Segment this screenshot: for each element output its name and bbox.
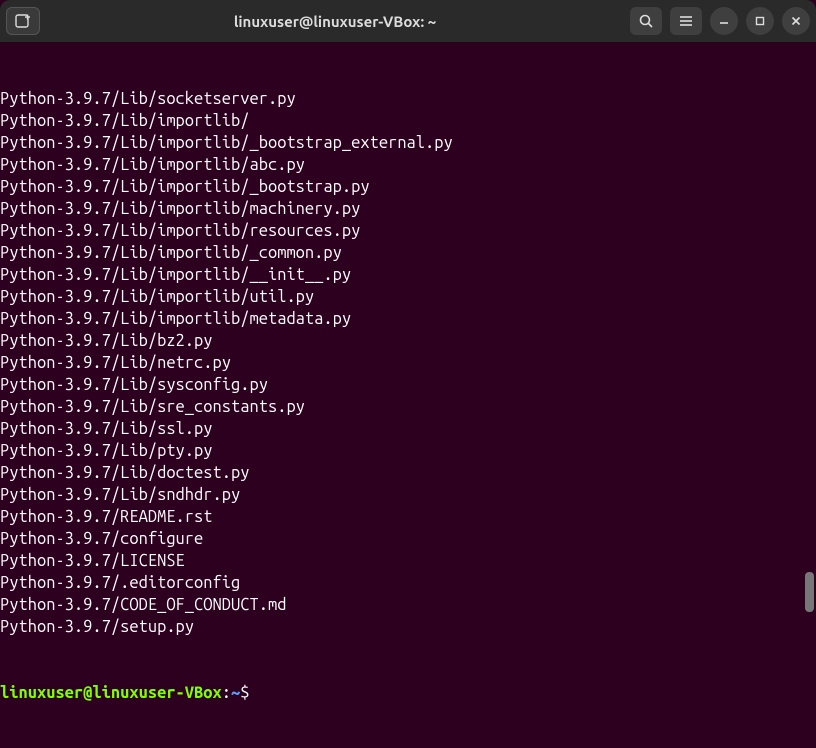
terminal-line: Python-3.9.7/CODE_OF_CONDUCT.md — [0, 594, 816, 616]
maximize-icon — [754, 15, 766, 27]
terminal-line: Python-3.9.7/Lib/importlib/metadata.py — [0, 308, 816, 330]
terminal-line: Python-3.9.7/Lib/sndhdr.py — [0, 484, 816, 506]
terminal-line: Python-3.9.7/Lib/importlib/_common.py — [0, 242, 816, 264]
terminal-line: Python-3.9.7/Lib/sysconfig.py — [0, 374, 816, 396]
prompt-user-host: linuxuser@linuxuser-VBox — [0, 684, 222, 702]
terminal-line: Python-3.9.7/Lib/socketserver.py — [0, 88, 816, 110]
terminal-line: Python-3.9.7/README.rst — [0, 506, 816, 528]
terminal-line: Python-3.9.7/Lib/importlib/__init__.py — [0, 264, 816, 286]
close-icon — [790, 15, 802, 27]
new-tab-icon — [14, 12, 32, 30]
terminal-line: Python-3.9.7/Lib/sre_constants.py — [0, 396, 816, 418]
titlebar: linuxuser@linuxuser-VBox: ~ — [0, 0, 816, 42]
terminal-area[interactable]: Python-3.9.7/Lib/socketserver.pyPython-3… — [0, 42, 816, 618]
window-controls — [630, 7, 810, 35]
terminal-line: Python-3.9.7/Lib/doctest.py — [0, 462, 816, 484]
prompt-colon: : — [222, 684, 231, 702]
terminal-line: Python-3.9.7/Lib/importlib/abc.py — [0, 154, 816, 176]
new-tab-button[interactable] — [6, 7, 40, 35]
terminal-line: Python-3.9.7/Lib/importlib/_bootstrap_ex… — [0, 132, 816, 154]
search-icon — [638, 13, 654, 29]
terminal-line: Python-3.9.7/Lib/importlib/ — [0, 110, 816, 132]
terminal-line: Python-3.9.7/Lib/importlib/machinery.py — [0, 198, 816, 220]
prompt-line: linuxuser@linuxuser-VBox:~$ — [0, 682, 816, 704]
terminal-line: Python-3.9.7/LICENSE — [0, 550, 816, 572]
prompt-symbol: $ — [240, 684, 258, 702]
menu-button[interactable] — [670, 7, 702, 35]
terminal-line: Python-3.9.7/Lib/importlib/resources.py — [0, 220, 816, 242]
scrollbar-thumb[interactable] — [805, 572, 814, 612]
terminal-line: Python-3.9.7/Lib/pty.py — [0, 440, 816, 462]
minimize-button[interactable] — [710, 7, 738, 35]
maximize-button[interactable] — [746, 7, 774, 35]
terminal-line: Python-3.9.7/Lib/ssl.py — [0, 418, 816, 440]
terminal-output: Python-3.9.7/Lib/socketserver.pyPython-3… — [0, 88, 816, 638]
terminal-line: Python-3.9.7/.editorconfig — [0, 572, 816, 594]
search-button[interactable] — [630, 7, 662, 35]
window-title: linuxuser@linuxuser-VBox: ~ — [40, 13, 630, 30]
minimize-icon — [718, 15, 730, 27]
prompt-path: ~ — [231, 684, 240, 702]
terminal-line: Python-3.9.7/configure — [0, 528, 816, 550]
terminal-line: Python-3.9.7/Lib/bz2.py — [0, 330, 816, 352]
terminal-line: Python-3.9.7/Lib/importlib/_bootstrap.py — [0, 176, 816, 198]
terminal-line: Python-3.9.7/setup.py — [0, 616, 816, 638]
hamburger-icon — [678, 13, 694, 29]
terminal-line: Python-3.9.7/Lib/netrc.py — [0, 352, 816, 374]
close-button[interactable] — [782, 7, 810, 35]
terminal-line: Python-3.9.7/Lib/importlib/util.py — [0, 286, 816, 308]
